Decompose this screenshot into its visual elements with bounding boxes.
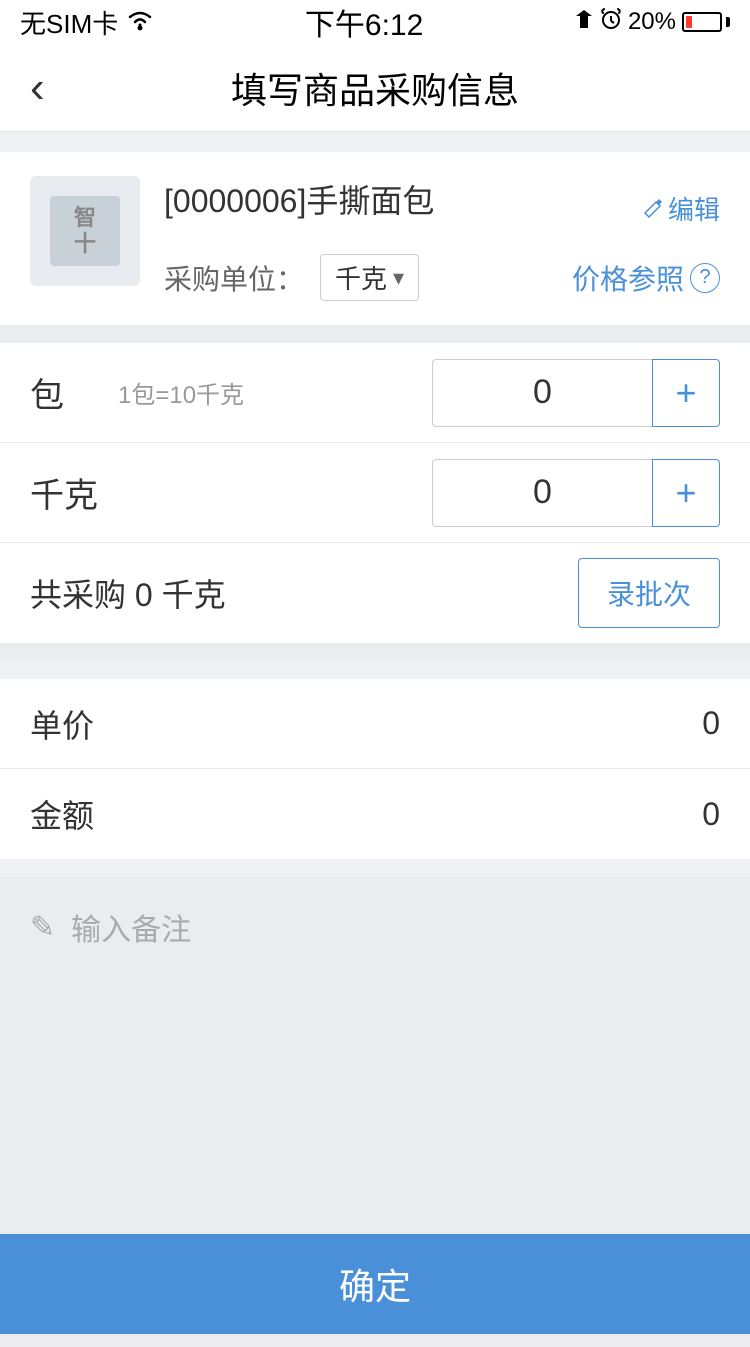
qty-plus-bag-button[interactable]: + bbox=[652, 359, 720, 427]
amount-row: 金额 0 bbox=[0, 769, 750, 859]
unit-label-text: 采购单位： bbox=[164, 258, 304, 298]
quantity-row-kg: 千克 + bbox=[0, 443, 750, 543]
unit-selector[interactable]: 千克 ▾ bbox=[320, 254, 419, 301]
battery-icon bbox=[682, 12, 730, 32]
pencil-icon: ✎ bbox=[30, 910, 55, 945]
qty-label-kg: 千克 bbox=[30, 468, 110, 517]
price-section: 单价 0 金额 0 bbox=[0, 679, 750, 859]
dropdown-arrow-icon: ▾ bbox=[393, 265, 404, 291]
unit-price-row: 单价 0 bbox=[0, 679, 750, 769]
edit-button[interactable]: 编辑 bbox=[642, 190, 720, 227]
qty-input-group-bag: + bbox=[432, 359, 720, 427]
unit-price-label: 单价 bbox=[30, 701, 94, 747]
qty-input-kg[interactable] bbox=[432, 459, 652, 527]
price-ref-label: 价格参照 bbox=[572, 258, 684, 298]
confirm-button[interactable]: 确定 bbox=[0, 1234, 750, 1334]
carrier-text: 无SIM卡 bbox=[20, 4, 118, 41]
notes-section[interactable]: ✎ 输入备注 bbox=[0, 877, 750, 977]
back-button[interactable]: ‹ bbox=[30, 66, 65, 110]
amount-value: 0 bbox=[702, 796, 720, 833]
status-time: 下午6:12 bbox=[305, 0, 423, 44]
battery-percent: 20% bbox=[628, 8, 676, 36]
qty-plus-kg-button[interactable]: + bbox=[652, 459, 720, 527]
alarm-icon bbox=[600, 8, 622, 37]
product-thumb-logo: 智 十 bbox=[50, 196, 120, 266]
status-bar: 无SIM卡 下午6:12 20% bbox=[0, 0, 750, 44]
product-unit-row: 采购单位： 千克 ▾ 价格参照 ? bbox=[164, 254, 720, 301]
summary-prefix: 共采购 bbox=[30, 577, 126, 613]
qty-label-bag: 包 bbox=[30, 368, 110, 417]
product-info: [0000006]手撕面包 编辑 采购单位： 千克 ▾ 价格参照 ? bbox=[164, 176, 720, 301]
nav-bar: ‹ 填写商品采购信息 bbox=[0, 44, 750, 132]
price-ref-button[interactable]: 价格参照 ? bbox=[572, 258, 720, 298]
edit-label: 编辑 bbox=[668, 190, 720, 227]
help-icon: ? bbox=[690, 263, 720, 293]
product-name: [0000006]手撕面包 bbox=[164, 176, 434, 222]
qty-input-group-kg: + bbox=[432, 459, 720, 527]
status-right: 20% bbox=[574, 8, 730, 37]
location-icon bbox=[574, 8, 594, 37]
wifi-icon bbox=[126, 7, 154, 38]
unit-value: 千克 bbox=[335, 259, 387, 296]
section-divider-2 bbox=[0, 643, 750, 661]
quantity-row-bag: 包 1包=10千克 + bbox=[0, 343, 750, 443]
qty-sublabel-bag: 1包=10千克 bbox=[118, 375, 244, 410]
summary-text: 共采购 0 千克 bbox=[30, 570, 226, 616]
page-title: 填写商品采购信息 bbox=[231, 62, 519, 114]
unit-price-value: 0 bbox=[702, 705, 720, 742]
section-divider-1 bbox=[0, 325, 750, 343]
notes-placeholder: 输入备注 bbox=[71, 905, 191, 949]
summary-val: 0 bbox=[135, 577, 153, 613]
status-left: 无SIM卡 bbox=[20, 4, 154, 41]
product-thumbnail: 智 十 bbox=[30, 176, 140, 286]
summary-row: 共采购 0 千克 录批次 bbox=[0, 543, 750, 643]
product-top-row: [0000006]手撕面包 编辑 bbox=[164, 176, 720, 240]
amount-label: 金额 bbox=[30, 791, 94, 837]
summary-unit-text: 千克 bbox=[162, 577, 226, 613]
qty-input-bag[interactable] bbox=[432, 359, 652, 427]
product-card: 智 十 [0000006]手撕面包 编辑 采购单位： 千克 ▾ 价格参照 ? bbox=[0, 152, 750, 325]
batch-record-button[interactable]: 录批次 bbox=[578, 558, 720, 628]
quantity-section: 包 1包=10千克 + 千克 + bbox=[0, 343, 750, 543]
